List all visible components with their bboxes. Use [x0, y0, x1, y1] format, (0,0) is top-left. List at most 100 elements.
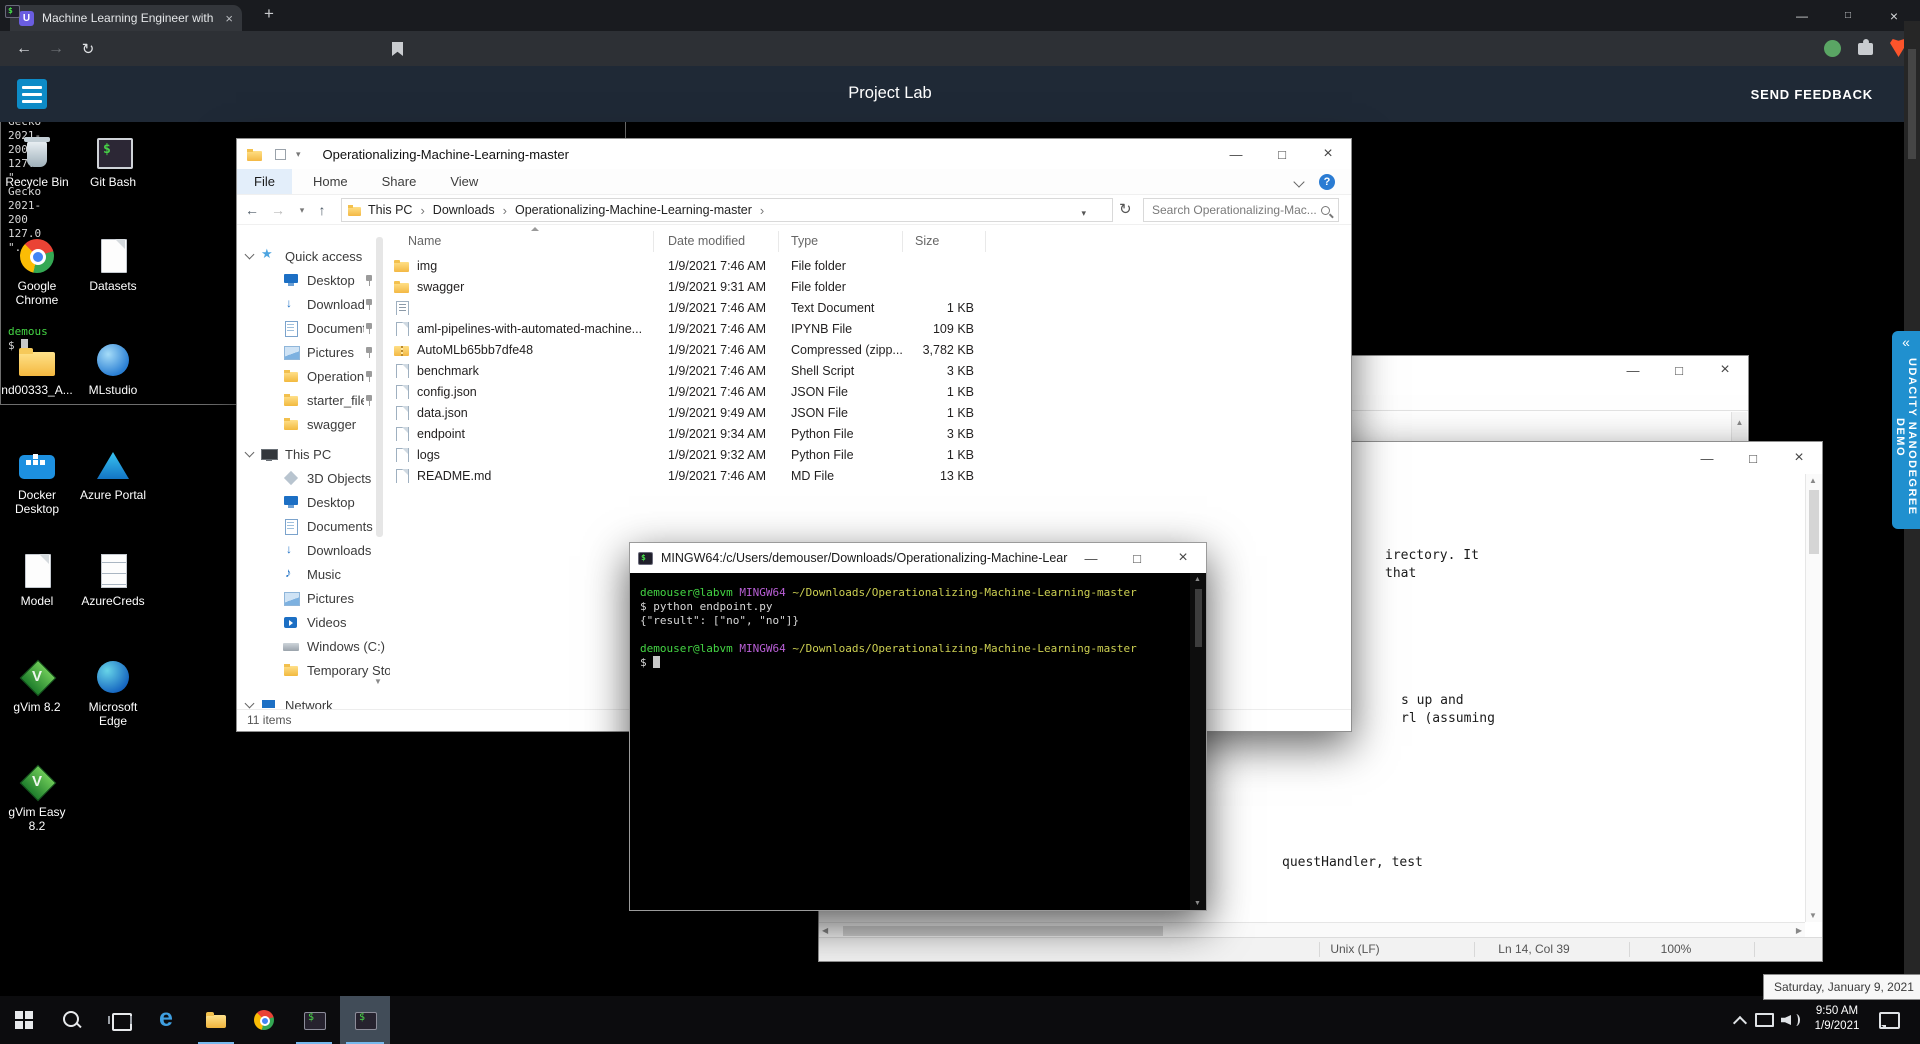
collapse-chevron-icon[interactable]: « — [1892, 331, 1920, 353]
maximize-button[interactable]: □ — [1730, 442, 1776, 474]
scrollbar-thumb[interactable] — [843, 926, 1163, 936]
file-row-benchmark[interactable]: benchmark1/9/2021 7:46 AMShell Script3 K… — [390, 360, 1351, 381]
desktop-icon-docker-desktop[interactable]: Docker Desktop — [1, 445, 73, 516]
explorer-menu-file[interactable]: File — [237, 169, 292, 194]
file-row-unnamed[interactable]: 1/9/2021 7:46 AMText Document1 KB — [390, 297, 1351, 318]
scroll-up-icon[interactable]: ▲ — [1809, 476, 1817, 485]
chevron-down-icon[interactable] — [245, 699, 255, 709]
chevron-down-icon[interactable] — [245, 448, 255, 458]
close-button[interactable]: × — [1776, 442, 1822, 474]
nav-item-3d-objects[interactable]: 3D Objects — [237, 466, 390, 490]
taskbar-git-bash-button-active[interactable] — [340, 996, 390, 1044]
scrollbar-thumb[interactable] — [1908, 49, 1916, 159]
desktop-icon-git-bash[interactable]: Git Bash — [77, 132, 149, 189]
nav-item-downloads[interactable]: Downloads — [237, 538, 390, 562]
scroll-left-icon[interactable]: ◀ — [822, 926, 828, 935]
close-button[interactable]: × — [1702, 356, 1748, 384]
file-row-config-json[interactable]: config.json1/9/2021 7:46 AMJSON File1 KB — [390, 381, 1351, 402]
minimize-button[interactable]: — — [1213, 139, 1259, 169]
back-icon[interactable]: ← — [239, 195, 265, 225]
nav-item-pictures[interactable]: Pictures — [237, 340, 390, 364]
taskbar-search-button[interactable] — [48, 996, 96, 1044]
taskbar-chrome-button[interactable] — [240, 996, 288, 1044]
nav-item-desktop[interactable]: Desktop — [237, 490, 390, 514]
quick-access-toolbar-icon[interactable] — [275, 149, 286, 160]
column-header-size[interactable]: Size — [903, 231, 986, 252]
file-row-readme-md[interactable]: README.md1/9/2021 7:46 AMMD File13 KB — [390, 465, 1351, 486]
column-header-type[interactable]: Type — [779, 231, 903, 252]
start-button[interactable] — [0, 996, 48, 1044]
terminal-titlebar[interactable]: MINGW64:/c/Users/demouser/Downloads/Oper… — [630, 543, 1206, 573]
nav-item-videos[interactable]: Videos — [237, 610, 390, 634]
tray-show-hidden-icons-chevron[interactable] — [1730, 1010, 1750, 1030]
nav-item-starter-files[interactable]: starter_files — [237, 388, 390, 412]
address-field[interactable]: This PC›Downloads›Operationalizing-Machi… — [341, 198, 1113, 222]
scrollbar-thumb[interactable] — [376, 237, 383, 537]
help-icon[interactable]: ? — [1319, 174, 1335, 190]
taskbar-edge-button[interactable] — [144, 996, 192, 1044]
minimize-button[interactable]: — — [1068, 543, 1114, 573]
scrollbar[interactable]: ▲ ▼ — [1190, 573, 1206, 910]
browser-maximize-button[interactable]: □ — [1828, 0, 1868, 31]
network-icon[interactable] — [1754, 1010, 1774, 1030]
scrollbar-thumb[interactable] — [1809, 490, 1819, 554]
minimize-button[interactable]: — — [1684, 442, 1730, 474]
scrollbar[interactable]: ▼ — [1904, 21, 1920, 1044]
nav-item-temporary-stora[interactable]: Temporary Stora — [237, 658, 390, 682]
desktop-icon-gvim-8-2[interactable]: gVim 8.2 — [1, 657, 73, 714]
taskbar-terminal-button[interactable] — [290, 996, 338, 1044]
nav-item-this-pc[interactable]: This PC — [237, 442, 390, 466]
file-row-swagger[interactable]: swagger1/9/2021 9:31 AMFile folder — [390, 276, 1351, 297]
taskbar-clock[interactable]: 9:50 AM 1/9/2021 — [1806, 1004, 1868, 1034]
maximize-button[interactable]: □ — [1114, 543, 1160, 573]
desktop-icon-google-chrome[interactable]: Google Chrome — [1, 236, 73, 307]
maximize-button[interactable]: □ — [1259, 139, 1305, 169]
forward-icon[interactable]: → — [40, 31, 72, 66]
file-row-automlb65bb7dfe48[interactable]: AutoMLb65bb7dfe481/9/2021 7:46 AMCompres… — [390, 339, 1351, 360]
taskbar-explorer-button[interactable] — [192, 996, 240, 1044]
desktop-icon-datasets[interactable]: Datasets — [77, 236, 149, 293]
menu-hamburger-button[interactable] — [17, 79, 47, 109]
speaker-icon[interactable] — [1780, 1010, 1800, 1030]
desktop-icon-mlstudio[interactable]: MLstudio — [77, 340, 149, 397]
nav-item-operationaliz[interactable]: Operationaliz — [237, 364, 390, 388]
file-row-aml-pipelines-with-automated-machine[interactable]: aml-pipelines-with-automated-machine...1… — [390, 318, 1351, 339]
file-row-logs[interactable]: logs1/9/2021 9:32 AMPython File1 KB — [390, 444, 1351, 465]
ribbon-expand-chevron-icon[interactable] — [1293, 176, 1304, 187]
explorer-titlebar[interactable]: ▾ Operationalizing-Machine-Learning-mast… — [237, 139, 1351, 169]
nav-item-pictures[interactable]: Pictures — [237, 586, 390, 610]
explorer-menu-view[interactable]: View — [433, 169, 495, 194]
scroll-down-icon[interactable]: ▼ — [374, 677, 382, 686]
breadcrumb-item-operationalizing-machine-learning-master[interactable]: Operationalizing-Machine-Learning-master — [515, 203, 752, 217]
nav-item-music[interactable]: Music — [237, 562, 390, 586]
desktop-icon-microsoft-edge[interactable]: Microsoft Edge — [77, 657, 149, 728]
reload-icon[interactable]: ↻ — [72, 31, 104, 66]
close-button[interactable]: × — [1305, 139, 1351, 169]
address-dropdown-icon[interactable]: ▾ — [1081, 208, 1086, 219]
browser-minimize-button[interactable]: — — [1782, 0, 1822, 31]
desktop-icon-model[interactable]: Model — [1, 551, 73, 608]
desktop-icon-recycle-bin[interactable]: Recycle Bin — [1, 132, 73, 189]
scroll-up-icon[interactable]: ▲ — [1736, 418, 1744, 427]
bookmark-icon[interactable] — [392, 42, 403, 56]
scroll-down-icon[interactable]: ▼ — [1809, 911, 1817, 920]
nav-item-desktop[interactable]: Desktop — [237, 268, 390, 292]
breadcrumb-item-this-pc[interactable]: This PC — [368, 203, 412, 217]
desktop-icon-azure-portal[interactable]: Azure Portal — [77, 445, 149, 502]
terminal-output[interactable]: demouser@labvm MINGW64 ~/Downloads/Opera… — [630, 573, 1190, 910]
profile-avatar[interactable] — [1824, 40, 1841, 57]
nav-scrollbar[interactable]: ▼ — [372, 225, 387, 711]
close-button[interactable]: × — [1160, 543, 1206, 573]
scroll-up-icon[interactable]: ▲ — [1194, 576, 1201, 583]
nav-item-documents[interactable]: Documents — [237, 514, 390, 538]
minimize-button[interactable]: — — [1610, 356, 1656, 384]
breadcrumb-item-downloads[interactable]: Downloads — [433, 203, 495, 217]
scrollbar-thumb[interactable] — [1195, 589, 1202, 647]
column-header-date-modified[interactable]: Date modified — [654, 231, 779, 252]
search-icon[interactable] — [1321, 206, 1330, 215]
new-tab-button[interactable]: + — [258, 4, 280, 24]
send-feedback-button[interactable]: SEND FEEDBACK — [1751, 87, 1873, 102]
breadcrumb-separator[interactable]: › — [503, 203, 507, 218]
browser-tab[interactable]: U Machine Learning Engineer with × — [10, 5, 242, 31]
task-view-button[interactable] — [96, 996, 144, 1044]
